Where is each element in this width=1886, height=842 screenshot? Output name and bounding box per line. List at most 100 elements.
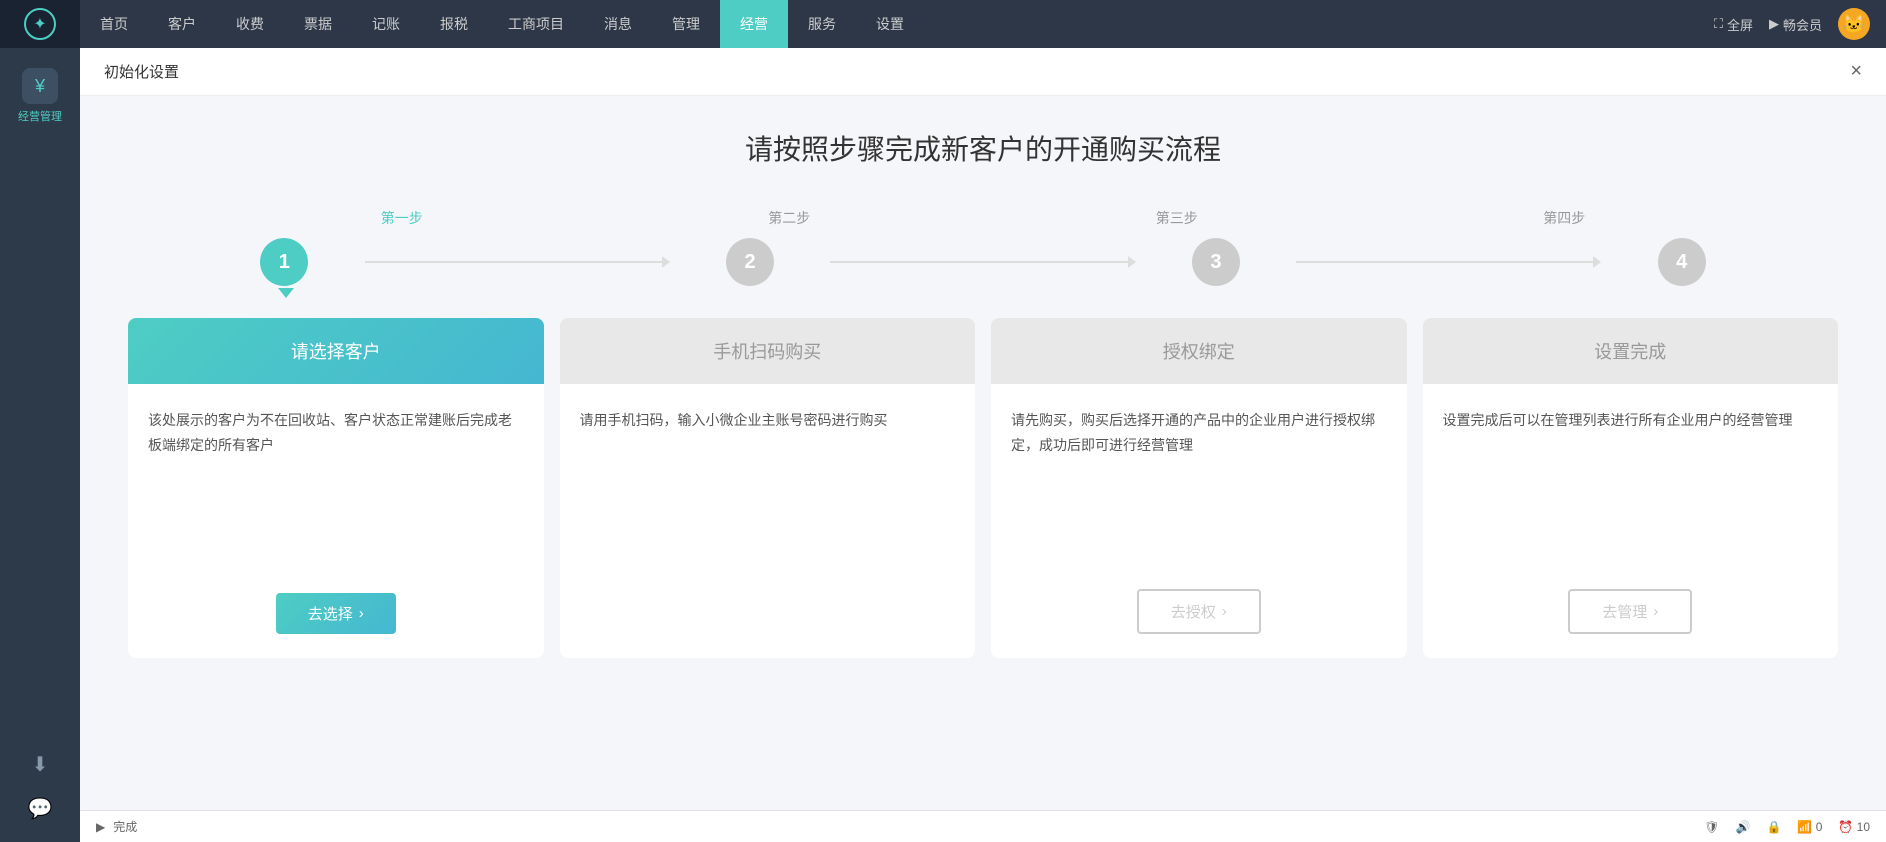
- nav-customer[interactable]: 客户: [148, 0, 216, 48]
- step-circle-3: 3: [1192, 238, 1240, 286]
- top-nav: ✦ 首页 客户 收费 票据 记账 报税 工商项目 消息 管理 经营 服务 设置 …: [0, 0, 1886, 48]
- step-circle-1: 1: [260, 238, 308, 286]
- wizard-title: 请按照步骤完成新客户的开通购买流程: [128, 128, 1838, 168]
- fullscreen-button[interactable]: ⛶ 全屏: [1714, 15, 1753, 34]
- card-step-4: 设置完成 设置完成后可以在管理列表进行所有企业用户的经营管理 去管理 ›: [1423, 318, 1839, 658]
- step-labels-row: 第一步 第二步 第三步 第四步: [208, 208, 1758, 228]
- nav-items: 首页 客户 收费 票据 记账 报税 工商项目 消息 管理 经营 服务 设置: [80, 0, 1714, 48]
- bottom-right: 🛡 🔊 🔒 📶 0 ⏰ 10: [1704, 820, 1870, 834]
- step-4-wrapper: 4: [1605, 238, 1758, 286]
- nav-right: ⛶ 全屏 ▶ 畅会员 🐱: [1714, 8, 1886, 40]
- nav-billing[interactable]: 收费: [216, 0, 284, 48]
- fullscreen-label: 全屏: [1727, 15, 1753, 34]
- card-1-footer: 去选择 ›: [128, 577, 544, 658]
- card-2-body: 请用手机扫码，输入小微企业主账号密码进行购买: [560, 384, 976, 618]
- sidebar-item-label: 经营管理: [18, 108, 62, 124]
- nav-business[interactable]: 工商项目: [488, 0, 584, 48]
- card-2-header: 手机扫码购买: [560, 318, 976, 384]
- sidebar-bottom: ⬇ 💬: [22, 746, 58, 842]
- step-3-wrapper: 3: [1140, 238, 1293, 286]
- goto-select-label: 去选择: [308, 603, 353, 624]
- network-status: 📶 0: [1797, 820, 1822, 834]
- bottom-left: ▶ 完成: [96, 818, 137, 835]
- card-3-header: 授权绑定: [991, 318, 1407, 384]
- nav-service[interactable]: 服务: [788, 0, 856, 48]
- card-1-body: 该处展示的客户为不在回收站、客户状态正常建账后完成老板端绑定的所有客户: [128, 384, 544, 577]
- card-step-3: 授权绑定 请先购买，购买后选择开通的产品中的企业用户进行授权绑定，成功后即可进行…: [991, 318, 1407, 658]
- member-label: 畅会员: [1783, 15, 1822, 34]
- nav-logo: ✦: [0, 0, 80, 48]
- step-2-wrapper: 2: [674, 238, 827, 286]
- step-1-wrapper: 1: [208, 238, 361, 286]
- goto-manage-button[interactable]: 去管理 ›: [1568, 589, 1692, 634]
- bottom-bar: ▶ 完成 🛡 🔊 🔒 📶 0 ⏰ 10: [80, 810, 1886, 842]
- card-4-body: 设置完成后可以在管理列表进行所有企业用户的经营管理: [1423, 384, 1839, 573]
- steps-area: 第一步 第二步 第三步 第四步 1: [128, 208, 1838, 298]
- step-circle-2: 2: [726, 238, 774, 286]
- fullscreen-icon: ⛶: [1714, 16, 1723, 32]
- card-3-title: 授权绑定: [1163, 342, 1235, 362]
- sidebar-item-operation[interactable]: ¥ 经营管理: [0, 56, 80, 136]
- step-label-1: 第一步: [208, 208, 596, 228]
- play-icon: ▶: [1769, 16, 1779, 32]
- card-4-header: 设置完成: [1423, 318, 1839, 384]
- lock-icon: 🔒: [1766, 820, 1781, 834]
- card-step-1: 请选择客户 该处展示的客户为不在回收站、客户状态正常建账后完成老板端绑定的所有客…: [128, 318, 544, 658]
- step-circles-row: 1 2: [208, 238, 1758, 286]
- nav-invoice[interactable]: 票据: [284, 0, 352, 48]
- goto-authorize-button[interactable]: 去授权 ›: [1137, 589, 1261, 634]
- nav-tax[interactable]: 报税: [420, 0, 488, 48]
- card-4-text: 设置完成后可以在管理列表进行所有企业用户的经营管理: [1443, 412, 1793, 428]
- card-4-title: 设置完成: [1594, 342, 1666, 362]
- connector-2: [830, 256, 1135, 268]
- connector-3: [1296, 256, 1601, 268]
- card-3-footer: 去授权 ›: [991, 573, 1407, 658]
- goto-authorize-arrow: ›: [1222, 603, 1227, 620]
- goto-select-arrow: ›: [359, 605, 364, 622]
- card-step-2: 手机扫码购买 请用手机扫码，输入小微企业主账号密码进行购买: [560, 318, 976, 658]
- chat-icon[interactable]: 💬: [22, 790, 58, 826]
- page-title: 初始化设置: [104, 61, 179, 82]
- wizard-content: 请按照步骤完成新客户的开通购买流程 第一步 第二步 第三步 第四步 1: [80, 96, 1886, 810]
- content-area: 初始化设置 × 请按照步骤完成新客户的开通购买流程 第一步 第二步 第三步 第四…: [80, 48, 1886, 842]
- status-text: 完成: [113, 818, 137, 835]
- main-layout: ¥ 经营管理 ⬇ 💬 初始化设置 × 请按照步骤完成新客户的开通购买流程 第一步…: [0, 48, 1886, 842]
- connector-1: [365, 256, 670, 268]
- goto-manage-label: 去管理: [1602, 601, 1647, 622]
- card-3-text: 请先购买，购买后选择开通的产品中的企业用户进行授权绑定，成功后即可进行经营管理: [1011, 412, 1375, 453]
- content-header: 初始化设置 ×: [80, 48, 1886, 96]
- card-2-footer: [560, 618, 976, 658]
- goto-select-button[interactable]: 去选择 ›: [276, 593, 396, 634]
- step-circle-4: 4: [1658, 238, 1706, 286]
- nav-settings[interactable]: 设置: [856, 0, 924, 48]
- time-icon: ⏰ 10: [1838, 820, 1870, 834]
- operation-icon: ¥: [22, 68, 58, 104]
- member-button[interactable]: ▶ 畅会员: [1769, 15, 1822, 34]
- sidebar: ¥ 经营管理 ⬇ 💬: [0, 48, 80, 842]
- step-label-3: 第三步: [983, 208, 1371, 228]
- goto-authorize-label: 去授权: [1171, 601, 1216, 622]
- card-2-title: 手机扫码购买: [713, 342, 821, 362]
- goto-manage-arrow: ›: [1653, 603, 1658, 620]
- shield-icon: 🛡: [1704, 820, 1719, 834]
- nav-message[interactable]: 消息: [584, 0, 652, 48]
- download-icon[interactable]: ⬇: [22, 746, 58, 782]
- user-avatar[interactable]: 🐱: [1838, 8, 1870, 40]
- close-button[interactable]: ×: [1850, 60, 1862, 83]
- logo-icon: ✦: [24, 8, 56, 40]
- step-label-4: 第四步: [1371, 208, 1759, 228]
- step-label-2: 第二步: [596, 208, 984, 228]
- card-2-text: 请用手机扫码，输入小微企业主账号密码进行购买: [580, 412, 888, 428]
- card-3-body: 请先购买，购买后选择开通的产品中的企业用户进行授权绑定，成功后即可进行经营管理: [991, 384, 1407, 573]
- volume-icon: 🔊: [1736, 820, 1751, 834]
- cards-row: 请选择客户 该处展示的客户为不在回收站、客户状态正常建账后完成老板端绑定的所有客…: [128, 318, 1838, 658]
- nav-accounting[interactable]: 记账: [352, 0, 420, 48]
- card-4-footer: 去管理 ›: [1423, 573, 1839, 658]
- nav-home[interactable]: 首页: [80, 0, 148, 48]
- nav-manage[interactable]: 管理: [652, 0, 720, 48]
- card-1-title: 请选择客户: [291, 342, 381, 362]
- card-1-text: 该处展示的客户为不在回收站、客户状态正常建账后完成老板端绑定的所有客户: [148, 412, 512, 453]
- step-pointers: [208, 286, 1758, 298]
- nav-operation[interactable]: 经营: [720, 0, 788, 48]
- card-1-header: 请选择客户: [128, 318, 544, 384]
